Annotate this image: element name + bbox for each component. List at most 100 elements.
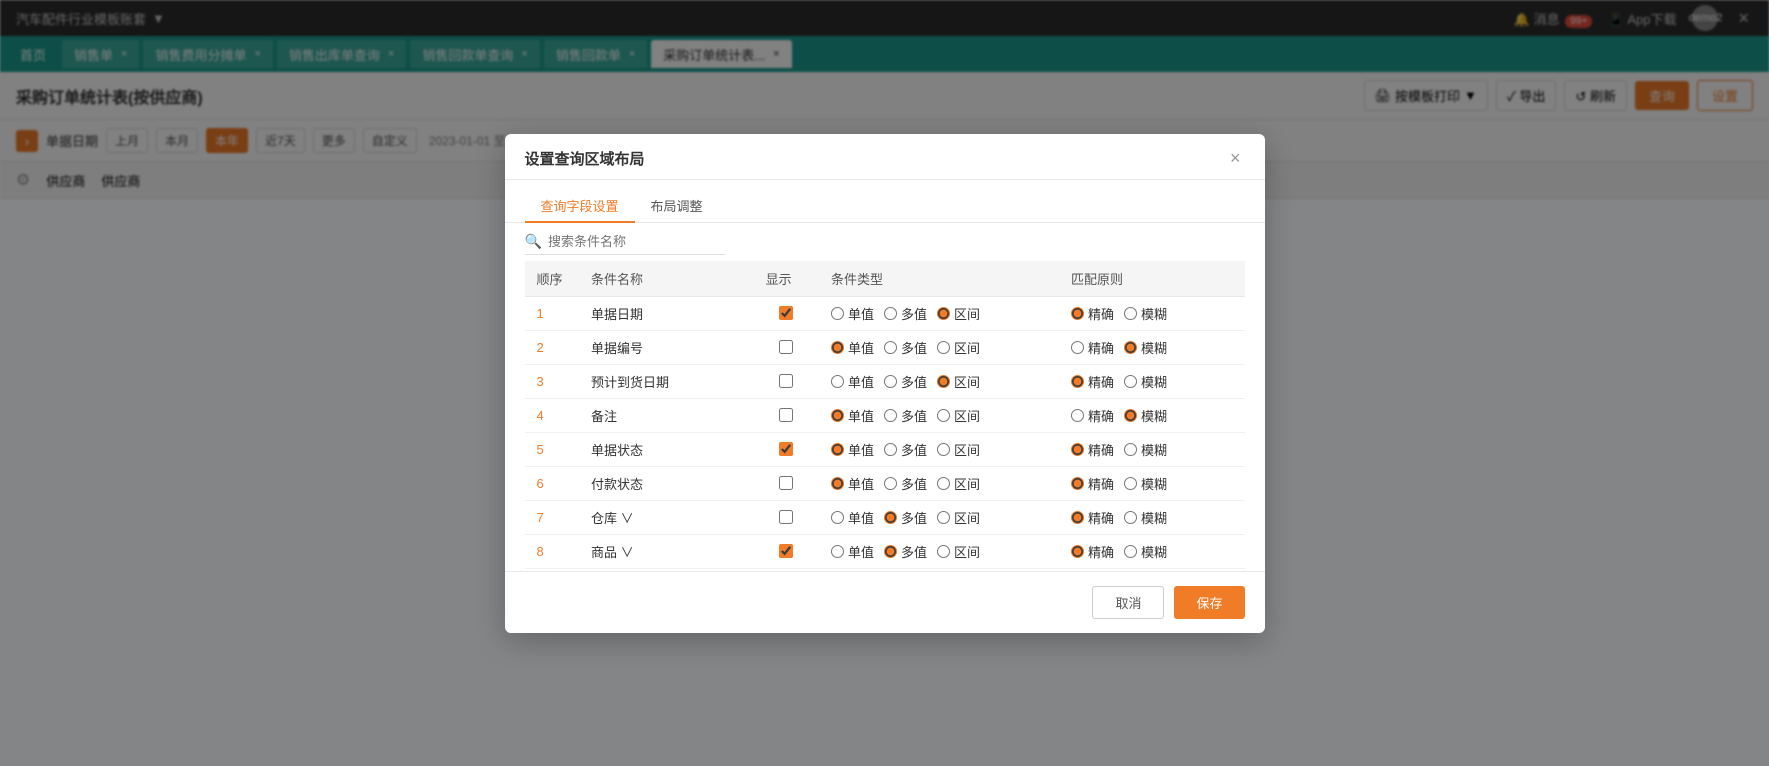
radio-type-单值-5[interactable]: 单值 bbox=[831, 474, 874, 493]
radio-type-区间-3[interactable]: 区间 bbox=[937, 406, 980, 425]
radio-type-区间-2[interactable]: 区间 bbox=[937, 372, 980, 391]
radio-match-input-精确-6[interactable] bbox=[1071, 511, 1084, 524]
radio-match-input-精确-4[interactable] bbox=[1071, 443, 1084, 456]
radio-type-input-多值-7[interactable] bbox=[884, 545, 897, 558]
show-checkbox-1[interactable] bbox=[779, 340, 793, 354]
radio-match-精确-4[interactable]: 精确 bbox=[1071, 440, 1114, 459]
radio-match-input-精确-3[interactable] bbox=[1071, 409, 1084, 422]
radio-type-区间-1[interactable]: 区间 bbox=[937, 338, 980, 357]
show-checkbox-6[interactable] bbox=[779, 510, 793, 524]
radio-type-input-多值-3[interactable] bbox=[884, 409, 897, 422]
show-checkbox-2[interactable] bbox=[779, 374, 793, 388]
radio-match-模糊-2[interactable]: 模糊 bbox=[1124, 372, 1167, 391]
show-checkbox-3[interactable] bbox=[779, 408, 793, 422]
radio-type-区间-4[interactable]: 区间 bbox=[937, 440, 980, 459]
radio-match-input-模糊-6[interactable] bbox=[1124, 511, 1137, 524]
radio-type-多值-7[interactable]: 多值 bbox=[884, 542, 927, 561]
radio-match-input-模糊-7[interactable] bbox=[1124, 545, 1137, 558]
radio-type-单值-3[interactable]: 单值 bbox=[831, 406, 874, 425]
radio-type-input-区间-1[interactable] bbox=[937, 341, 950, 354]
radio-match-input-精确-2[interactable] bbox=[1071, 375, 1084, 388]
radio-type-input-单值-2[interactable] bbox=[831, 375, 844, 388]
radio-match-模糊-6[interactable]: 模糊 bbox=[1124, 508, 1167, 527]
cancel-button[interactable]: 取消 bbox=[1092, 586, 1164, 619]
radio-match-模糊-5[interactable]: 模糊 bbox=[1124, 474, 1167, 493]
radio-type-单值-2[interactable]: 单值 bbox=[831, 372, 874, 391]
radio-match-input-模糊-0[interactable] bbox=[1124, 307, 1137, 320]
radio-type-input-单值-7[interactable] bbox=[831, 545, 844, 558]
radio-match-input-模糊-3[interactable] bbox=[1124, 409, 1137, 422]
radio-type-input-单值-5[interactable] bbox=[831, 477, 844, 490]
radio-type-单值-7[interactable]: 单值 bbox=[831, 542, 874, 561]
radio-match-input-模糊-1[interactable] bbox=[1124, 341, 1137, 354]
radio-match-input-精确-0[interactable] bbox=[1071, 307, 1084, 320]
radio-match-模糊-1[interactable]: 模糊 bbox=[1124, 338, 1167, 357]
radio-match-模糊-3[interactable]: 模糊 bbox=[1124, 406, 1167, 425]
radio-type-input-多值-0[interactable] bbox=[884, 307, 897, 320]
radio-match-input-模糊-2[interactable] bbox=[1124, 375, 1137, 388]
radio-type-input-区间-0[interactable] bbox=[937, 307, 950, 320]
cell-show-6 bbox=[754, 500, 819, 534]
radio-type-input-多值-5[interactable] bbox=[884, 477, 897, 490]
show-checkbox-7[interactable] bbox=[779, 544, 793, 558]
cell-type-0: 单值多值区间 bbox=[819, 296, 1059, 330]
radio-type-input-区间-4[interactable] bbox=[937, 443, 950, 456]
radio-type-多值-3[interactable]: 多值 bbox=[884, 406, 927, 425]
radio-match-精确-2[interactable]: 精确 bbox=[1071, 372, 1114, 391]
radio-type-区间-6[interactable]: 区间 bbox=[937, 508, 980, 527]
radio-type-多值-0[interactable]: 多值 bbox=[884, 304, 927, 323]
radio-type-多值-2[interactable]: 多值 bbox=[884, 372, 927, 391]
radio-type-input-区间-6[interactable] bbox=[937, 511, 950, 524]
radio-type-区间-5[interactable]: 区间 bbox=[937, 474, 980, 493]
show-checkbox-5[interactable] bbox=[779, 476, 793, 490]
radio-match-input-精确-5[interactable] bbox=[1071, 477, 1084, 490]
radio-match-input-精确-1[interactable] bbox=[1071, 341, 1084, 354]
radio-match-精确-7[interactable]: 精确 bbox=[1071, 542, 1114, 561]
radio-type-单值-0[interactable]: 单值 bbox=[831, 304, 874, 323]
radio-type-单值-4[interactable]: 单值 bbox=[831, 440, 874, 459]
cell-type-7: 单值多值区间 bbox=[819, 534, 1059, 568]
radio-type-单值-1[interactable]: 单值 bbox=[831, 338, 874, 357]
radio-type-多值-6[interactable]: 多值 bbox=[884, 508, 927, 527]
radio-type-input-单值-3[interactable] bbox=[831, 409, 844, 422]
radio-type-input-单值-4[interactable] bbox=[831, 443, 844, 456]
dialog-close-button[interactable]: × bbox=[1226, 148, 1245, 169]
cell-type-3: 单值多值区间 bbox=[819, 398, 1059, 432]
radio-type-区间-0[interactable]: 区间 bbox=[937, 304, 980, 323]
radio-type-input-区间-7[interactable] bbox=[937, 545, 950, 558]
radio-match-精确-3[interactable]: 精确 bbox=[1071, 406, 1114, 425]
show-checkbox-0[interactable] bbox=[779, 306, 793, 320]
search-input[interactable] bbox=[548, 234, 708, 249]
tab-query-fields[interactable]: 查询字段设置 bbox=[525, 190, 635, 223]
radio-type-多值-1[interactable]: 多值 bbox=[884, 338, 927, 357]
radio-type-input-单值-6[interactable] bbox=[831, 511, 844, 524]
radio-type-input-区间-2[interactable] bbox=[937, 375, 950, 388]
radio-match-模糊-4[interactable]: 模糊 bbox=[1124, 440, 1167, 459]
radio-type-input-区间-5[interactable] bbox=[937, 477, 950, 490]
radio-match-input-精确-7[interactable] bbox=[1071, 545, 1084, 558]
radio-type-input-多值-1[interactable] bbox=[884, 341, 897, 354]
tab-layout[interactable]: 布局调整 bbox=[635, 190, 719, 223]
radio-type-input-单值-0[interactable] bbox=[831, 307, 844, 320]
radio-match-精确-5[interactable]: 精确 bbox=[1071, 474, 1114, 493]
radio-match-模糊-0[interactable]: 模糊 bbox=[1124, 304, 1167, 323]
cell-name-3: 备注 bbox=[579, 398, 754, 432]
radio-type-input-多值-4[interactable] bbox=[884, 443, 897, 456]
radio-type-多值-4[interactable]: 多值 bbox=[884, 440, 927, 459]
radio-type-input-多值-2[interactable] bbox=[884, 375, 897, 388]
radio-match-input-模糊-5[interactable] bbox=[1124, 477, 1137, 490]
radio-type-input-多值-6[interactable] bbox=[884, 511, 897, 524]
radio-type-多值-5[interactable]: 多值 bbox=[884, 474, 927, 493]
radio-type-单值-6[interactable]: 单值 bbox=[831, 508, 874, 527]
radio-type-input-单值-1[interactable] bbox=[831, 341, 844, 354]
radio-type-区间-7[interactable]: 区间 bbox=[937, 542, 980, 561]
radio-type-input-区间-3[interactable] bbox=[937, 409, 950, 422]
radio-match-input-模糊-4[interactable] bbox=[1124, 443, 1137, 456]
radio-match-精确-0[interactable]: 精确 bbox=[1071, 304, 1114, 323]
radio-match-模糊-7[interactable]: 模糊 bbox=[1124, 542, 1167, 561]
show-checkbox-4[interactable] bbox=[779, 442, 793, 456]
save-button[interactable]: 保存 bbox=[1174, 586, 1244, 619]
conditions-table-area[interactable]: 顺序 条件名称 显示 条件类型 匹配原则 1单据日期单值多值区间精确模糊2单据编… bbox=[505, 261, 1265, 571]
radio-match-精确-1[interactable]: 精确 bbox=[1071, 338, 1114, 357]
radio-match-精确-6[interactable]: 精确 bbox=[1071, 508, 1114, 527]
